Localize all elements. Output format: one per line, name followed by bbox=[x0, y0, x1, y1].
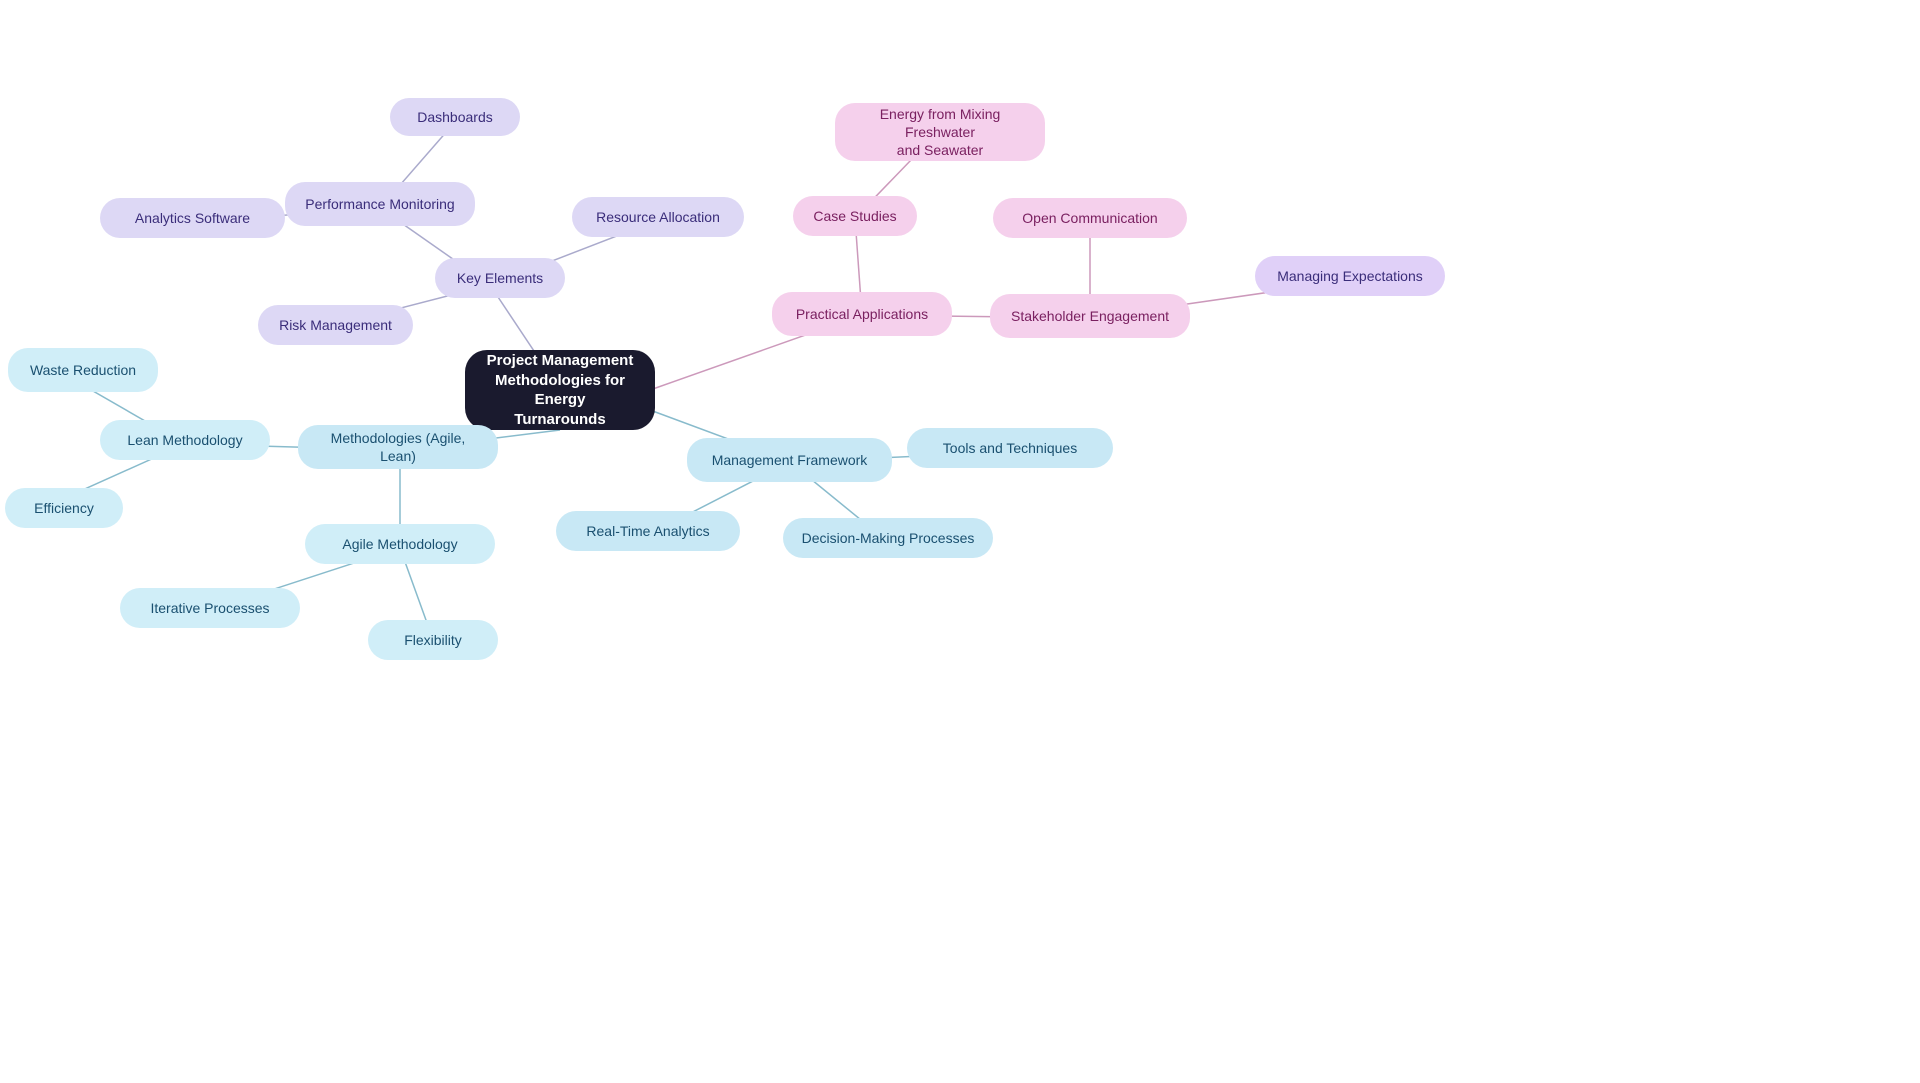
waste-reduction-node[interactable]: Waste Reduction bbox=[8, 348, 158, 392]
performance-monitoring-node[interactable]: Performance Monitoring bbox=[285, 182, 475, 226]
agile-methodology-node[interactable]: Agile Methodology bbox=[305, 524, 495, 564]
managing-expectations-node[interactable]: Managing Expectations bbox=[1255, 256, 1445, 296]
lean-methodology-node[interactable]: Lean Methodology bbox=[100, 420, 270, 460]
practical-applications-node[interactable]: Practical Applications bbox=[772, 292, 952, 336]
risk-management-node[interactable]: Risk Management bbox=[258, 305, 413, 345]
resource-allocation-node[interactable]: Resource Allocation bbox=[572, 197, 744, 237]
tools-techniques-node[interactable]: Tools and Techniques bbox=[907, 428, 1113, 468]
dashboards-node[interactable]: Dashboards bbox=[390, 98, 520, 136]
key-elements-node[interactable]: Key Elements bbox=[435, 258, 565, 298]
case-studies-node[interactable]: Case Studies bbox=[793, 196, 917, 236]
efficiency-node[interactable]: Efficiency bbox=[5, 488, 123, 528]
energy-mixing-node[interactable]: Energy from Mixing Freshwater and Seawat… bbox=[835, 103, 1045, 161]
stakeholder-engagement-node[interactable]: Stakeholder Engagement bbox=[990, 294, 1190, 338]
methodologies-node[interactable]: Methodologies (Agile, Lean) bbox=[298, 425, 498, 469]
flexibility-node[interactable]: Flexibility bbox=[368, 620, 498, 660]
center-node[interactable]: Project Management Methodologies for Ene… bbox=[465, 350, 655, 430]
open-communication-node[interactable]: Open Communication bbox=[993, 198, 1187, 238]
management-framework-node[interactable]: Management Framework bbox=[687, 438, 892, 482]
iterative-processes-node[interactable]: Iterative Processes bbox=[120, 588, 300, 628]
analytics-software-node[interactable]: Analytics Software bbox=[100, 198, 285, 238]
real-time-analytics-node[interactable]: Real-Time Analytics bbox=[556, 511, 740, 551]
decision-making-node[interactable]: Decision-Making Processes bbox=[783, 518, 993, 558]
